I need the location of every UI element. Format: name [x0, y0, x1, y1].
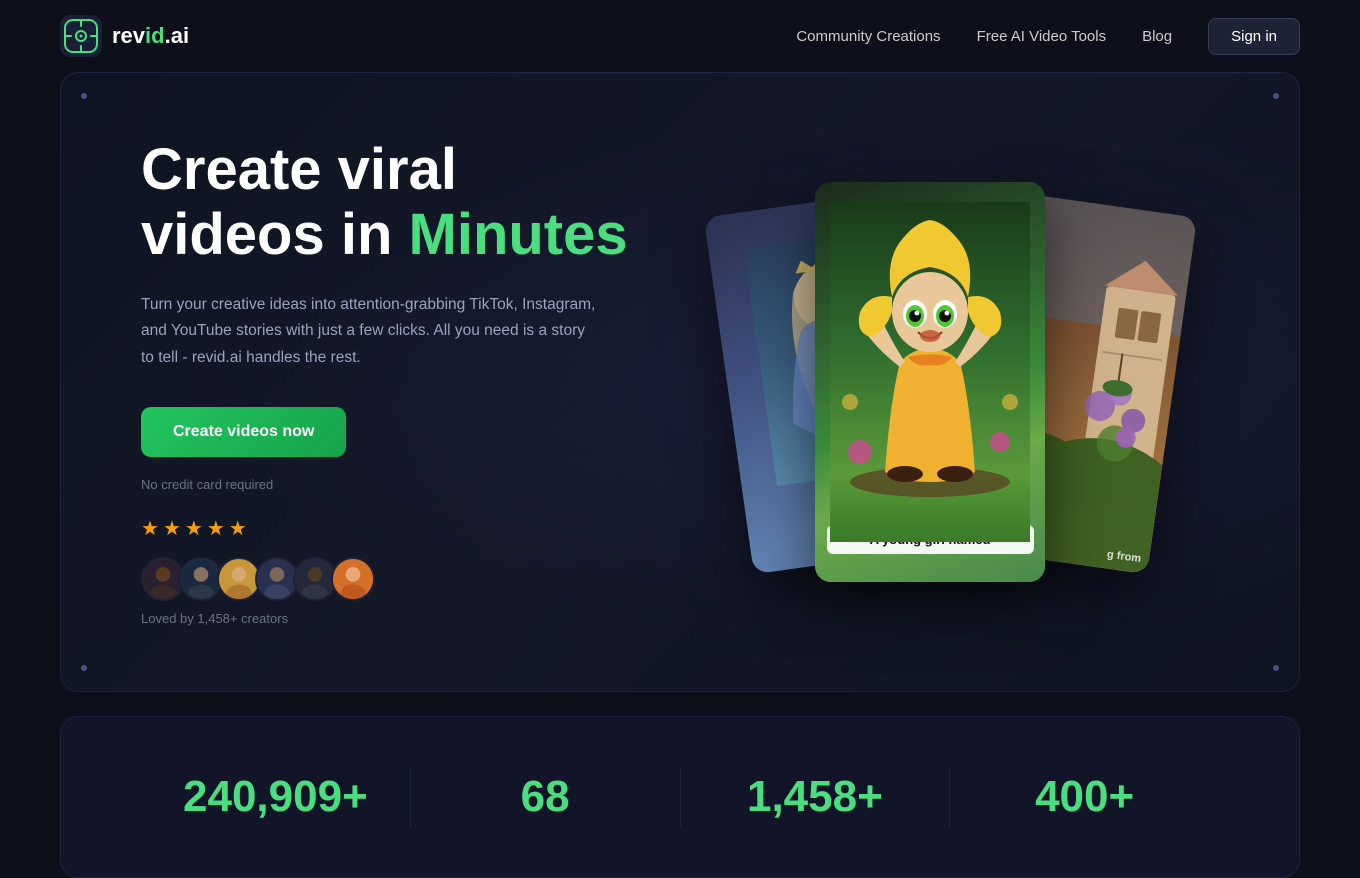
stats-section: 240,909+ 68 1,458+ 400+ [60, 716, 1300, 878]
star-4: ★ [207, 516, 225, 541]
stat-videos: 240,909+ [141, 775, 410, 819]
stat-tools: 68 [411, 775, 680, 819]
corner-dot-bl [81, 665, 87, 671]
card-center-illustration [830, 202, 1030, 542]
stat-extra-number: 400+ [950, 775, 1219, 819]
nav-link-community[interactable]: Community Creations [796, 28, 940, 45]
hero-title: Create viral videos in Minutes [141, 138, 641, 268]
corner-dot-br [1273, 665, 1279, 671]
stat-videos-number: 240,909+ [141, 775, 410, 819]
avatars-row [141, 557, 641, 601]
corner-dot-tl [81, 93, 87, 99]
cta-button[interactable]: Create videos now [141, 407, 346, 457]
logo-icon [60, 15, 102, 57]
no-credit-text: No credit card required [141, 477, 641, 492]
star-3: ★ [185, 516, 203, 541]
logo-text: revid.ai [112, 23, 189, 49]
navbar: revid.ai Community Creations Free AI Vid… [0, 0, 1360, 72]
hero-right: Lo... [641, 142, 1219, 622]
nav-links: Community Creations Free AI Video Tools … [796, 18, 1300, 55]
stat-extra: 400+ [950, 775, 1219, 819]
avatar-6 [331, 557, 375, 601]
star-2: ★ [163, 516, 181, 541]
loved-text: Loved by 1,458+ creators [141, 611, 641, 626]
stat-creators-number: 1,458+ [681, 775, 950, 819]
hero-section: Create viral videos in Minutes Turn your… [60, 72, 1300, 692]
logo[interactable]: revid.ai [60, 15, 189, 57]
stat-tools-number: 68 [411, 775, 680, 819]
hero-description: Turn your creative ideas into attention-… [141, 292, 601, 371]
star-5: ★ [229, 516, 247, 541]
star-rating: ★ ★ ★ ★ ★ [141, 516, 641, 541]
corner-dot-tr [1273, 93, 1279, 99]
nav-link-tools[interactable]: Free AI Video Tools [977, 28, 1107, 45]
video-card-center: A young girl named [815, 182, 1045, 582]
hero-left: Create viral videos in Minutes Turn your… [141, 138, 641, 626]
sign-in-button[interactable]: Sign in [1208, 18, 1300, 55]
nav-link-blog[interactable]: Blog [1142, 28, 1172, 45]
star-1: ★ [141, 516, 159, 541]
stat-creators: 1,458+ [681, 775, 950, 819]
